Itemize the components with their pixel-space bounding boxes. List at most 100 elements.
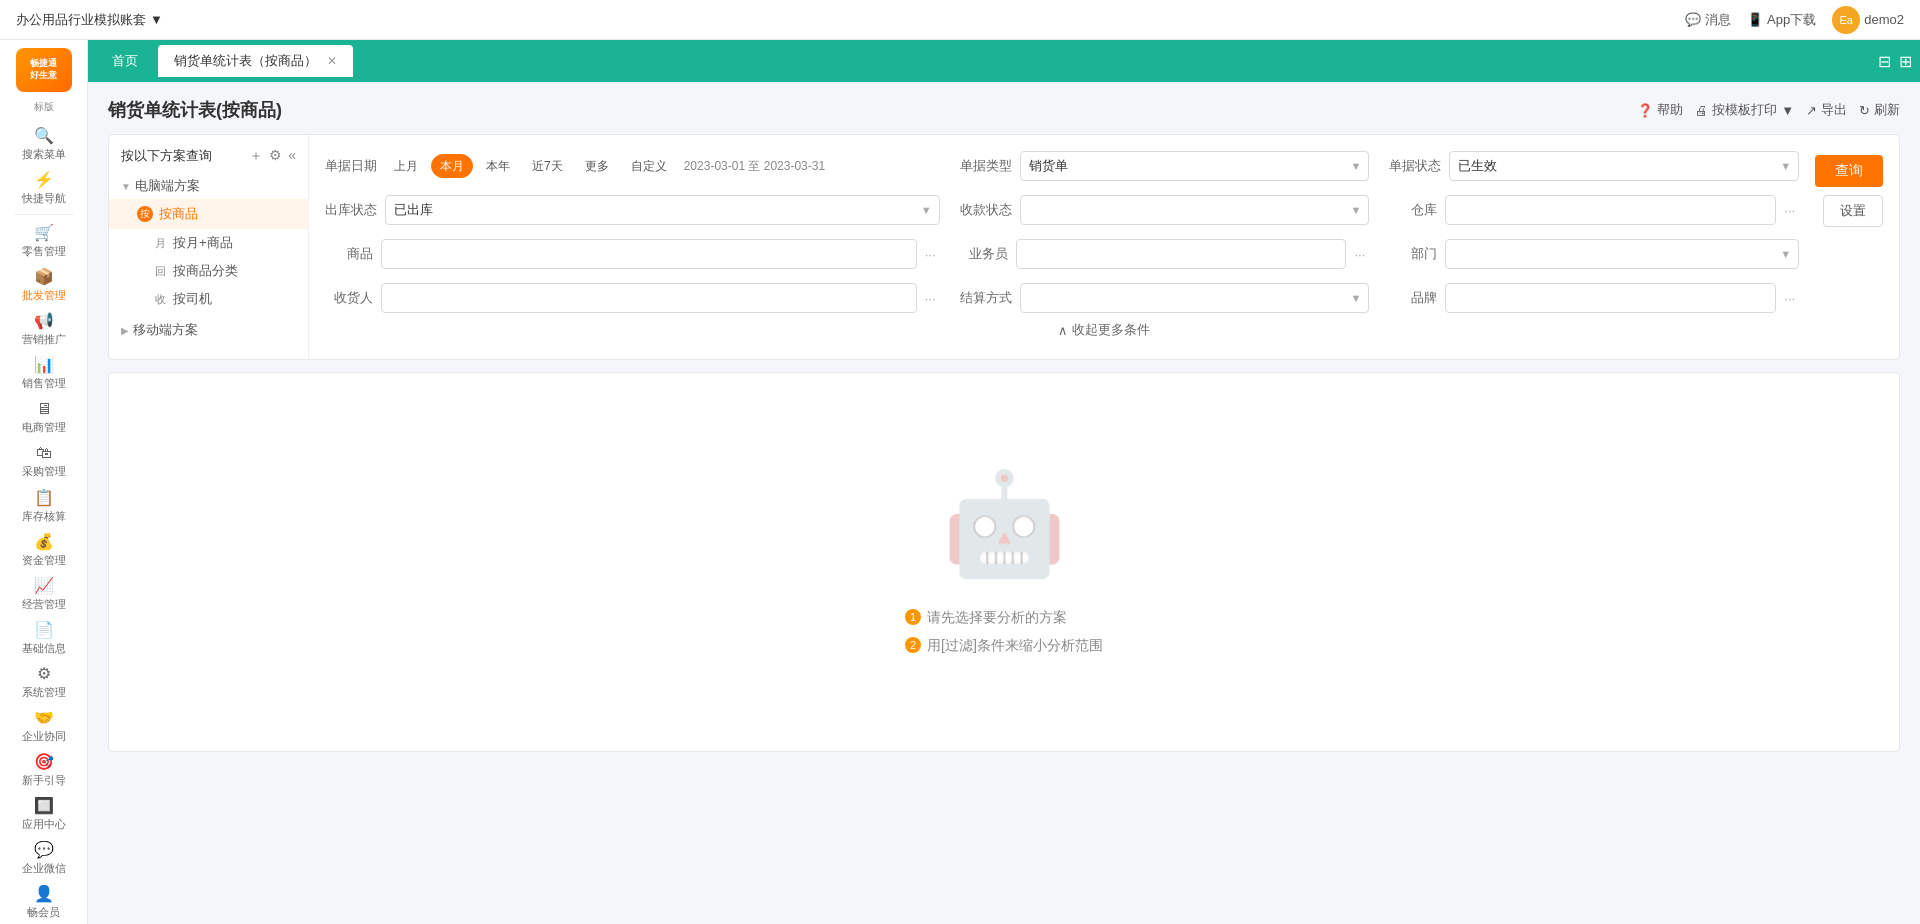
settlement-dropdown-btn[interactable]: ▼ xyxy=(1020,283,1370,313)
sidebar-item-retail[interactable]: 🛒 零售管理 xyxy=(4,219,84,263)
scheme-header-actions: ＋ ⚙ « xyxy=(249,147,296,165)
empty-tip-2: 2 用[过滤]条件来缩小分析范围 xyxy=(905,631,1103,659)
tab-maximize-btn[interactable]: ⊞ xyxy=(1899,52,1912,71)
scheme-section-desktop-title[interactable]: ▼ 电脑端方案 xyxy=(109,173,308,199)
sidebar-item-system[interactable]: ⚙ 系统管理 xyxy=(4,660,84,704)
refresh-btn[interactable]: ↻ 刷新 xyxy=(1859,101,1900,119)
consignee-dots[interactable]: ··· xyxy=(921,291,940,306)
filter-item-salesman: 业务员 ··· xyxy=(960,239,1370,269)
empty-tip-1: 1 请先选择要分析的方案 xyxy=(905,603,1103,631)
app-download-btn[interactable]: 📱 App下载 xyxy=(1747,11,1816,29)
sidebar-item-member[interactable]: 👤 畅会员 xyxy=(4,880,84,924)
purchase-icon: 🛍 xyxy=(36,444,52,462)
filter-row-2: 出库状态 已出库 ▼ xyxy=(325,195,1799,225)
by-goods-label: 按商品 xyxy=(159,205,198,223)
date-tag-custom[interactable]: 自定义 xyxy=(622,154,676,178)
scheme-item-by-goods[interactable]: 按 按商品 xyxy=(109,199,308,229)
out-status-dropdown-btn[interactable]: 已出库 ▼ xyxy=(385,195,940,225)
sidebar-item-ecommerce[interactable]: 🖥 电商管理 xyxy=(4,395,84,439)
salesman-input[interactable] xyxy=(1016,239,1347,269)
scheme-item-by-month-goods[interactable]: 月 按月+商品 xyxy=(109,229,308,257)
sidebar-label-wholesale: 批发管理 xyxy=(22,288,66,303)
dept-label: 部门 xyxy=(1389,245,1445,263)
sidebar-item-operation[interactable]: 📈 经营管理 xyxy=(4,572,84,616)
sidebar-item-purchase[interactable]: 🛍 采购管理 xyxy=(4,439,84,483)
consignee-input[interactable] xyxy=(381,283,917,313)
scheme-item-by-category[interactable]: 回 按商品分类 xyxy=(109,257,308,285)
export-label: 导出 xyxy=(1821,101,1847,119)
sidebar-item-sales[interactable]: 📊 销售管理 xyxy=(4,351,84,395)
app-selector[interactable]: 办公用品行业模拟账套 ▼ xyxy=(16,11,163,29)
sidebar-item-inventory[interactable]: 📋 库存核算 xyxy=(4,483,84,527)
payment-dropdown-btn[interactable]: ▼ xyxy=(1020,195,1370,225)
scheme-section-mobile: ▶ 移动端方案 xyxy=(109,317,308,343)
dept-dropdown-btn[interactable]: ▼ xyxy=(1445,239,1799,269)
sidebar-item-wechat[interactable]: 💬 企业微信 xyxy=(4,836,84,880)
scheme-item-by-driver[interactable]: 收 按司机 xyxy=(109,285,308,313)
sidebar-item-search[interactable]: 🔍 搜索菜单 xyxy=(4,122,84,166)
scheme-add-btn[interactable]: ＋ xyxy=(249,147,263,165)
warehouse-dots[interactable]: ··· xyxy=(1780,203,1799,218)
goods-dots[interactable]: ··· xyxy=(921,247,940,262)
brand-dots[interactable]: ··· xyxy=(1780,291,1799,306)
filter-row-4: 收货人 ··· 结算方式 xyxy=(325,283,1799,313)
date-tag-this-year[interactable]: 本年 xyxy=(477,154,519,178)
date-tag-this-month[interactable]: 本月 xyxy=(431,154,473,178)
sidebar-item-marketing[interactable]: 📢 营销推广 xyxy=(4,307,84,351)
scheme-section-mobile-title[interactable]: ▶ 移动端方案 xyxy=(109,317,308,343)
content-area: 首页 销货单统计表（按商品） ✕ ⊟ ⊞ 销货单统计表(按商品) ❓ 帮助 xyxy=(88,40,1920,924)
sidebar-item-quick[interactable]: ⚡ 快捷导航 xyxy=(4,166,84,210)
scheme-header: 按以下方案查询 ＋ ⚙ « xyxy=(109,147,308,173)
search-icon: 🔍 xyxy=(34,126,54,145)
doc-type-dropdown-btn[interactable]: 销货单 ▼ xyxy=(1020,151,1370,181)
filter-item-settlement: 结算方式 ▼ xyxy=(960,283,1370,313)
message-btn[interactable]: 💬 消息 xyxy=(1685,11,1731,29)
scheme-collapse-btn[interactable]: « xyxy=(288,147,296,165)
sidebar-item-appcenter[interactable]: 🔲 应用中心 xyxy=(4,792,84,836)
brand-input[interactable] xyxy=(1445,283,1776,313)
sidebar-item-guide[interactable]: 🎯 新手引导 xyxy=(4,748,84,792)
query-btn[interactable]: 查询 xyxy=(1815,155,1883,187)
help-label: 帮助 xyxy=(1657,101,1683,119)
sidebar-label-finance: 资金管理 xyxy=(22,553,66,568)
doc-status-dropdown-btn[interactable]: 已生效 ▼ xyxy=(1449,151,1799,181)
filter-item-out-status: 出库状态 已出库 ▼ xyxy=(325,195,940,225)
doc-type-label: 单据类型 xyxy=(960,157,1020,175)
settings-btn[interactable]: 设置 xyxy=(1823,195,1883,227)
sidebar-item-enterprise[interactable]: 🤝 企业协同 xyxy=(4,704,84,748)
sidebar-label-sales: 销售管理 xyxy=(22,376,66,391)
date-tag-last-month[interactable]: 上月 xyxy=(385,154,427,178)
tab-minimize-btn[interactable]: ⊟ xyxy=(1878,52,1891,71)
sidebar-item-basic[interactable]: 📄 基础信息 xyxy=(4,616,84,660)
dept-dropdown: ▼ xyxy=(1445,239,1799,269)
tab-close-btn[interactable]: ✕ xyxy=(327,54,337,68)
print-btn[interactable]: 🖨 按模板打印 ▼ xyxy=(1695,101,1794,119)
retail-icon: 🛒 xyxy=(34,223,54,242)
tip2-num: 2 xyxy=(905,637,921,653)
help-btn[interactable]: ❓ 帮助 xyxy=(1637,101,1683,119)
guide-icon: 🎯 xyxy=(34,752,54,771)
collapse-btn[interactable]: ∧ 收起更多条件 xyxy=(1046,317,1162,343)
by-driver-icon: 收 xyxy=(153,292,167,306)
sidebar-label-wechat: 企业微信 xyxy=(22,861,66,876)
salesman-label: 业务员 xyxy=(960,245,1016,263)
date-tag-more[interactable]: 更多 xyxy=(576,154,618,178)
sidebar-item-finance[interactable]: 💰 资金管理 xyxy=(4,528,84,572)
sidebar-label-retail: 零售管理 xyxy=(22,244,66,259)
wechat-icon: 💬 xyxy=(34,840,54,859)
help-icon: ❓ xyxy=(1637,103,1653,118)
warehouse-input[interactable] xyxy=(1445,195,1776,225)
sidebar-item-wholesale[interactable]: 📦 批发管理 xyxy=(4,263,84,307)
tab-sales-stat[interactable]: 销货单统计表（按商品） ✕ xyxy=(158,45,353,77)
doc-type-dropdown: 销货单 ▼ xyxy=(1020,151,1370,181)
export-btn[interactable]: ↗ 导出 xyxy=(1806,101,1847,119)
tab-home[interactable]: 首页 xyxy=(96,45,154,77)
scheme-settings-btn[interactable]: ⚙ xyxy=(269,147,282,165)
user-profile-btn[interactable]: Ea demo2 xyxy=(1832,6,1904,34)
avatar: Ea xyxy=(1832,6,1860,34)
main-layout: 畅捷通好生意 标版 🔍 搜索菜单 ⚡ 快捷导航 🛒 零售管理 📦 批发管理 📢 … xyxy=(0,40,1920,924)
goods-input[interactable] xyxy=(381,239,917,269)
date-tag-7days[interactable]: 近7天 xyxy=(523,154,572,178)
filter-rows: 单据日期 上月 本月 本年 近7天 更多 自定义 xyxy=(325,151,1799,313)
salesman-dots[interactable]: ··· xyxy=(1350,247,1369,262)
